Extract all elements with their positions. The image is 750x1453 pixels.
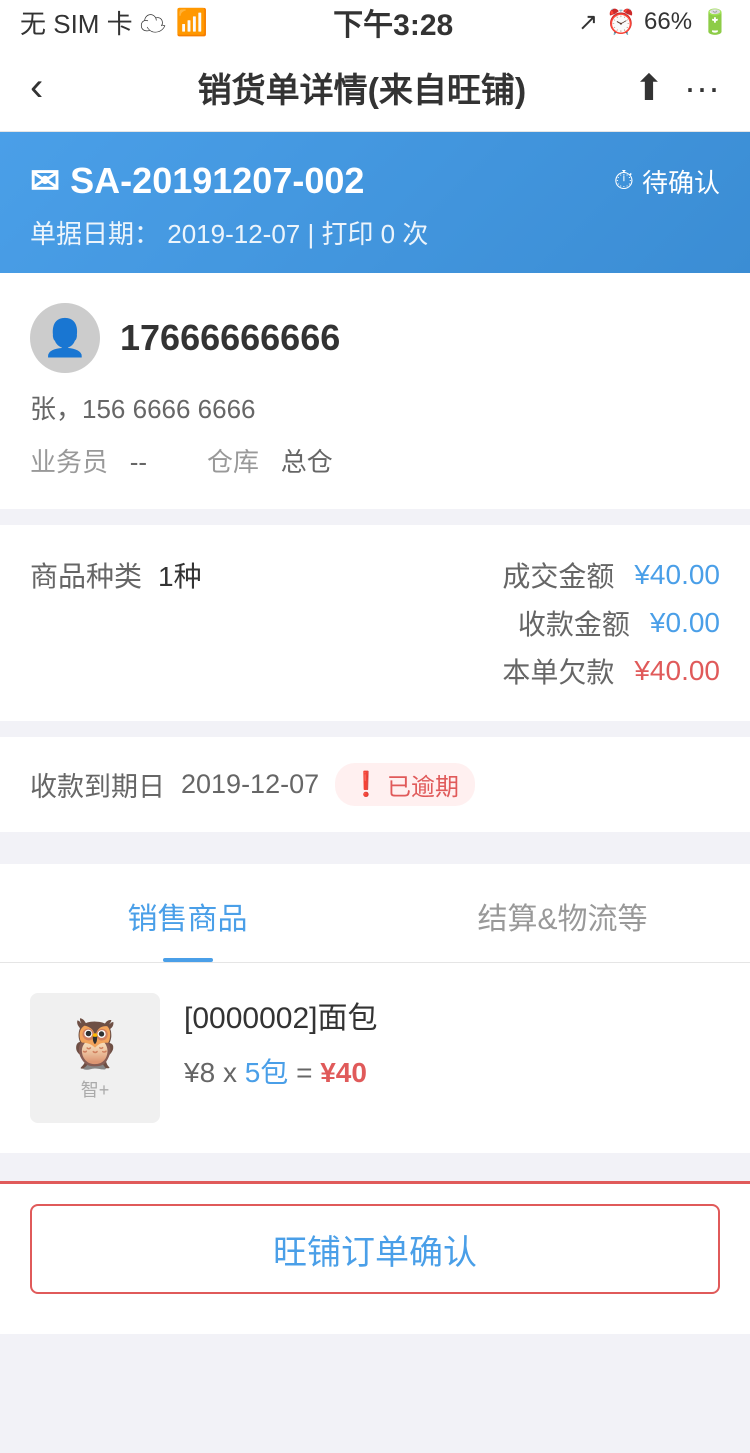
tabs-container: 销售商品 结算&物流等 <box>0 864 750 963</box>
more-icon[interactable]: ··· <box>684 67 720 109</box>
summary-right: 成交金额 ¥40.00 收款金额 ¥0.00 本单欠款 ¥40.00 <box>502 555 720 691</box>
received-row: 收款金额 ¥0.00 <box>518 603 720 643</box>
summary-left: 商品种类 1种 <box>30 555 502 595</box>
order-header: ✉ SA-20191207-002 ⏱ 待确认 单据日期： 2019-12-07… <box>0 132 750 273</box>
overdue-badge: ❗ 已逾期 <box>335 763 475 806</box>
location-icon: ↗ <box>578 8 598 37</box>
owed-row: 本单欠款 ¥40.00 <box>502 651 720 691</box>
order-status: ⏱ 待确认 <box>614 163 720 200</box>
status-right: ↗ ⏰ 66% 🔋 <box>578 8 730 37</box>
order-date: 单据日期： 2019-12-07 | 打印 0 次 <box>30 214 720 251</box>
status-time: 下午3:28 <box>333 0 453 44</box>
received-value: ¥0.00 <box>650 607 720 639</box>
order-icon: ✉ <box>30 160 60 202</box>
tab-products-label: 销售商品 <box>128 903 248 936</box>
customer-phone: 17666666666 <box>120 317 340 359</box>
date-value: 2019-12-07 <box>167 219 300 249</box>
owed-value: ¥40.00 <box>634 655 720 687</box>
customer-name: 张，156 6666 6666 <box>30 389 720 426</box>
summary-card: 商品种类 1种 成交金额 ¥40.00 收款金额 ¥0.00 本单欠款 ¥40.… <box>0 525 750 721</box>
customer-meta: 业务员 -- 仓库 总仓 <box>30 442 720 479</box>
price-unit: ¥8 <box>184 1057 215 1088</box>
product-type-value: 1种 <box>158 555 202 595</box>
product-info: [0000002]面包 ¥8 x 5包 = ¥40 <box>184 993 720 1091</box>
order-number-text: SA-20191207-002 <box>70 160 364 202</box>
tab-settlement[interactable]: 结算&物流等 <box>375 864 750 962</box>
total-price: ¥40 <box>320 1057 367 1088</box>
due-date-value: 2019-12-07 <box>181 769 319 800</box>
date-label: 单据日期： <box>30 219 160 249</box>
product-price: ¥8 x 5包 = ¥40 <box>184 1051 720 1091</box>
print-info: | 打印 0 次 <box>307 219 428 249</box>
no-sim-text: 无 SIM 卡 ☁ <box>20 4 166 41</box>
bottom-bar: 旺铺订单确认 <box>0 1181 750 1334</box>
nav-actions: ⬆ ··· <box>634 67 720 109</box>
tab-settlement-label: 结算&物流等 <box>477 903 647 936</box>
received-label: 收款金额 <box>518 603 630 643</box>
status-clock-icon: ⏱ <box>614 165 634 197</box>
product-thumb-text: 智+ <box>81 1076 110 1102</box>
alarm-icon: ⏰ <box>606 8 636 37</box>
multiply-sign: x <box>223 1057 245 1088</box>
quantity: 5包 <box>245 1057 289 1088</box>
confirm-button-label: 旺铺订单确认 <box>273 1225 477 1274</box>
transaction-label: 成交金额 <box>502 555 614 595</box>
page-title: 销货单详情(来自旺铺) <box>90 63 634 112</box>
customer-card: 👤 17666666666 张，156 6666 6666 业务员 -- 仓库 … <box>0 273 750 509</box>
due-date-card: 收款到期日 2019-12-07 ❗ 已逾期 <box>0 737 750 832</box>
battery-text: 66% <box>644 8 692 36</box>
status-left: 无 SIM 卡 ☁ 📶 <box>20 4 208 41</box>
product-name: [0000002]面包 <box>184 993 720 1037</box>
due-date-label: 收款到期日 <box>30 765 165 804</box>
wifi-icon: 📶 <box>176 7 208 38</box>
warehouse-value: 总仓 <box>281 447 333 477</box>
tab-products[interactable]: 销售商品 <box>0 864 375 962</box>
order-number: ✉ SA-20191207-002 <box>30 160 364 202</box>
product-type-label: 商品种类 <box>30 555 142 595</box>
share-icon[interactable]: ⬆ <box>634 67 664 109</box>
status-bar: 无 SIM 卡 ☁ 📶 下午3:28 ↗ ⏰ 66% 🔋 <box>0 0 750 44</box>
battery-icon: 🔋 <box>700 8 730 37</box>
divider <box>0 848 750 864</box>
equals-sign: = <box>296 1057 320 1088</box>
avatar-icon: 👤 <box>43 317 88 359</box>
back-button[interactable]: ‹ <box>30 65 90 110</box>
overdue-text: 已逾期 <box>387 767 459 802</box>
status-text: 待确认 <box>642 163 720 200</box>
tabs: 销售商品 结算&物流等 <box>0 864 750 963</box>
confirm-button[interactable]: 旺铺订单确认 <box>30 1204 720 1294</box>
salesman-value: -- <box>130 447 147 477</box>
product-thumb-logo: 🦉 <box>65 1015 125 1072</box>
salesman-label: 业务员 <box>30 447 108 477</box>
nav-bar: ‹ 销货单详情(来自旺铺) ⬆ ··· <box>0 44 750 132</box>
product-card: 🦉 智+ [0000002]面包 ¥8 x 5包 = ¥40 <box>0 963 750 1153</box>
overdue-icon: ❗ <box>351 770 381 799</box>
product-thumbnail: 🦉 智+ <box>30 993 160 1123</box>
owed-label: 本单欠款 <box>502 651 614 691</box>
transaction-row: 成交金额 ¥40.00 <box>502 555 720 595</box>
avatar: 👤 <box>30 303 100 373</box>
warehouse-label: 仓库 <box>207 447 259 477</box>
transaction-value: ¥40.00 <box>634 559 720 591</box>
